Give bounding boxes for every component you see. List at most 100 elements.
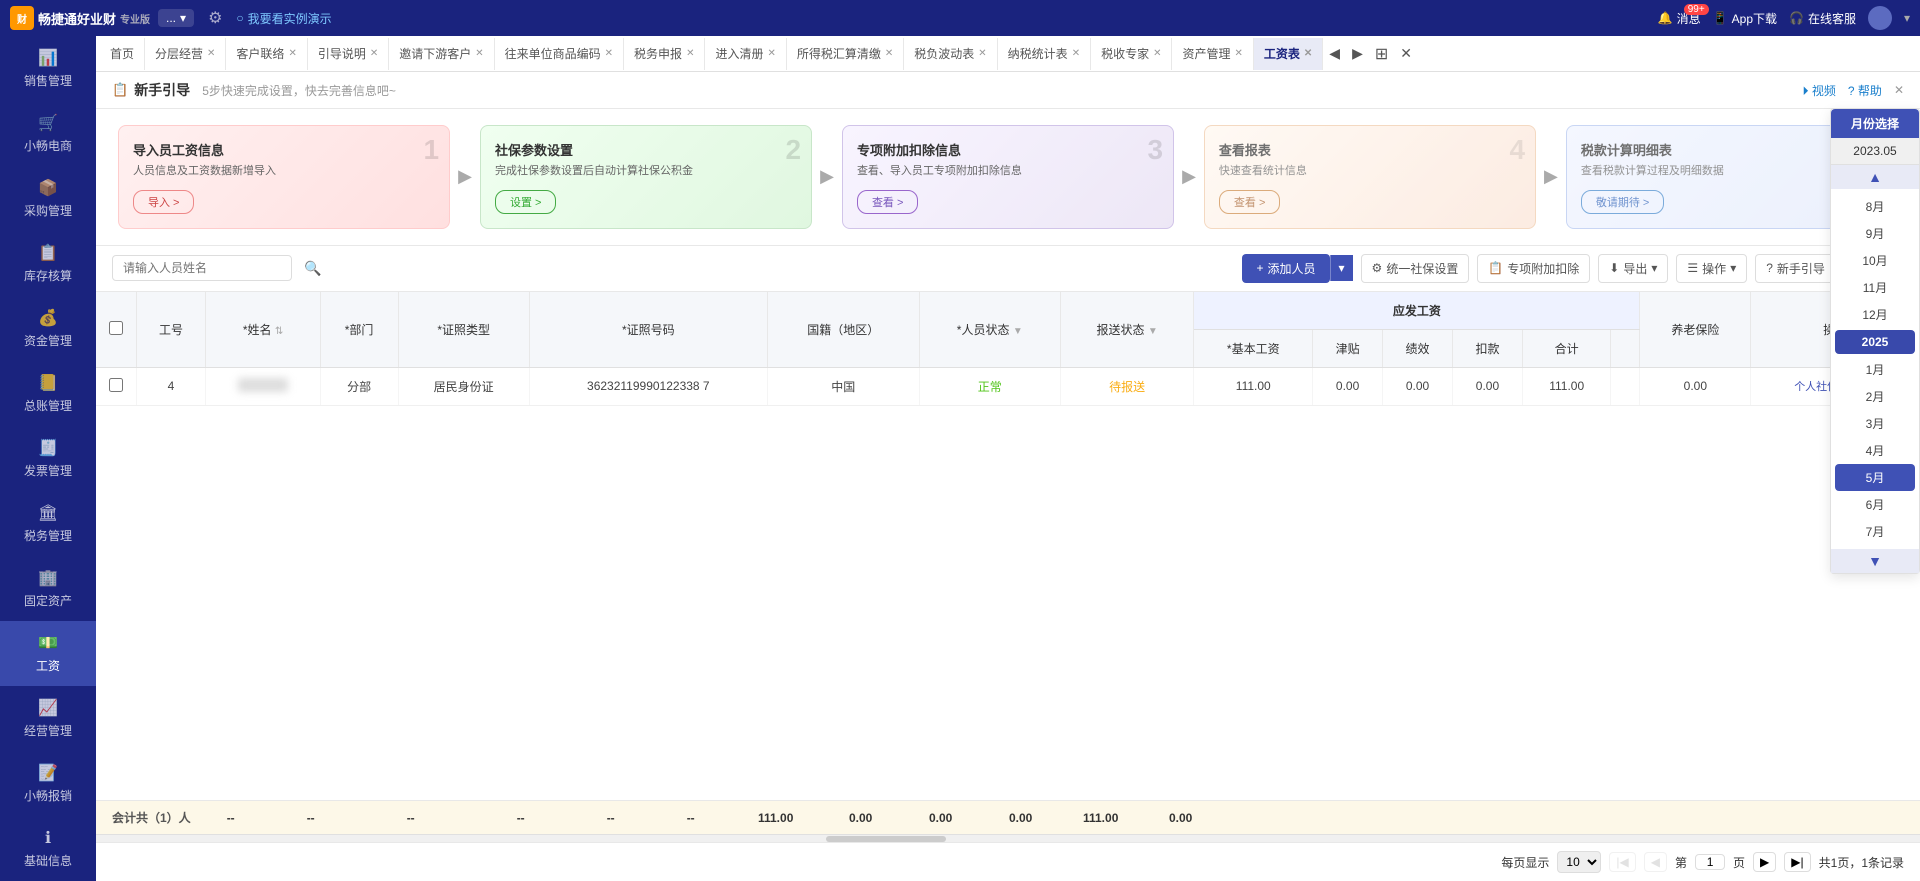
tab-income-tax-close[interactable]: ✕ bbox=[885, 48, 893, 59]
main-area: 📊 销售管理 🛒 小畅电商 📦 采购管理 📋 库存核算 💰 资金管理 📒 bbox=[0, 36, 1920, 881]
tab-asset-mgmt[interactable]: 资产管理 ✕ bbox=[1172, 38, 1253, 70]
tab-dept-close[interactable]: ✕ bbox=[207, 48, 215, 59]
special-deduction-btn[interactable]: 📋 专项附加扣除 bbox=[1477, 254, 1590, 283]
sidebar-item-basic-info[interactable]: ℹ 基础信息 bbox=[0, 816, 96, 881]
page-prev-btn[interactable]: ◀ bbox=[1644, 852, 1667, 872]
row-checkbox[interactable] bbox=[109, 378, 123, 392]
month-item-2[interactable]: 2月 bbox=[1831, 383, 1919, 410]
tab-tax-expert-close[interactable]: ✕ bbox=[1153, 48, 1161, 59]
report-filter-icon[interactable]: ▼ bbox=[1148, 326, 1158, 337]
month-item-12[interactable]: 12月 bbox=[1831, 301, 1919, 328]
month-item-10[interactable]: 10月 bbox=[1831, 247, 1919, 274]
tab-guide[interactable]: 引导说明 ✕ bbox=[308, 38, 389, 70]
step-2-btn[interactable]: 设置 > bbox=[495, 190, 556, 214]
month-item-5[interactable]: 5月 bbox=[1835, 464, 1915, 491]
tab-invite-close[interactable]: ✕ bbox=[475, 48, 483, 59]
search-input[interactable] bbox=[112, 255, 292, 281]
sidebar-label-payroll: 工资 bbox=[36, 657, 60, 674]
tab-more[interactable]: ⊞ bbox=[1369, 44, 1394, 64]
tab-customer[interactable]: 客户联络 ✕ bbox=[226, 38, 307, 70]
demo-link[interactable]: ○ 我要看实例演示 bbox=[236, 10, 331, 27]
month-item-11[interactable]: 11月 bbox=[1831, 274, 1919, 301]
status-filter-icon[interactable]: ▼ bbox=[1013, 326, 1023, 337]
tab-tax-wave[interactable]: 税负波动表 ✕ bbox=[904, 38, 997, 70]
month-item-1[interactable]: 1月 bbox=[1831, 356, 1919, 383]
sidebar-item-sales[interactable]: 📊 销售管理 bbox=[0, 36, 96, 101]
app-download-button[interactable]: 📱 App下载 bbox=[1713, 10, 1777, 27]
tab-asset-mgmt-close[interactable]: ✕ bbox=[1235, 48, 1243, 59]
tab-home[interactable]: 首页 bbox=[100, 38, 145, 70]
year-2025-badge: 2025 bbox=[1835, 330, 1915, 354]
sidebar-item-operations[interactable]: 📈 经营管理 bbox=[0, 686, 96, 751]
sidebar-item-ledger[interactable]: 📒 总账管理 bbox=[0, 361, 96, 426]
tab-tax-expert[interactable]: 税收专家 ✕ bbox=[1091, 38, 1172, 70]
page-next-btn[interactable]: ▶ bbox=[1753, 852, 1776, 872]
tab-nav-right[interactable]: ▶ bbox=[1346, 45, 1369, 62]
month-item-9[interactable]: 9月 bbox=[1831, 220, 1919, 247]
search-button[interactable]: 🔍 bbox=[304, 260, 321, 277]
new-guide-btn[interactable]: ? 新手引导 bbox=[1755, 254, 1836, 283]
month-item-8[interactable]: 8月 bbox=[1831, 193, 1919, 220]
tab-guide-close[interactable]: ✕ bbox=[370, 48, 378, 59]
sidebar-item-inventory[interactable]: 📋 库存核算 bbox=[0, 231, 96, 296]
month-item-7[interactable]: 7月 bbox=[1831, 518, 1919, 545]
tab-clearance[interactable]: 进入清册 ✕ bbox=[705, 38, 786, 70]
sidebar-item-fixed-assets[interactable]: 🏢 固定资产 bbox=[0, 556, 96, 621]
sidebar-item-finance[interactable]: 💰 资金管理 bbox=[0, 296, 96, 361]
tab-goods-code[interactable]: 往来单位商品编码 ✕ bbox=[495, 38, 624, 70]
select-all-checkbox[interactable] bbox=[109, 321, 123, 335]
th-emp-id: 工号 bbox=[136, 292, 206, 368]
message-button[interactable]: 🔔 消息 99+ bbox=[1658, 10, 1701, 27]
sidebar-item-quick-report[interactable]: 📝 小畅报销 bbox=[0, 751, 96, 816]
user-avatar[interactable] bbox=[1868, 6, 1892, 30]
add-person-btn[interactable]: + 添加人员 bbox=[1242, 254, 1329, 283]
page-size-select[interactable]: 10 20 50 bbox=[1557, 851, 1601, 873]
settings-icon-btn[interactable]: ⚙ bbox=[202, 6, 228, 30]
tab-income-tax[interactable]: 所得税汇算清缴 ✕ bbox=[787, 38, 904, 70]
step-4-btn[interactable]: 查看 > bbox=[1219, 190, 1280, 214]
step-5-btn[interactable]: 敬请期待 > bbox=[1581, 190, 1664, 214]
tab-goods-code-close[interactable]: ✕ bbox=[605, 48, 613, 59]
month-list: 8月 9月 10月 11月 12月 2025 1月 2月 3月 4月 5月 6月… bbox=[1831, 189, 1919, 549]
scroll-indicator[interactable] bbox=[96, 834, 1920, 842]
tab-tax-stat[interactable]: 纳税统计表 ✕ bbox=[998, 38, 1091, 70]
month-up-btn[interactable]: ▲ bbox=[1864, 169, 1886, 185]
month-item-4[interactable]: 4月 bbox=[1831, 437, 1919, 464]
sidebar-item-tax[interactable]: 🏛 税务管理 bbox=[0, 491, 96, 556]
operations-btn[interactable]: ☰ 操作 ▾ bbox=[1676, 254, 1747, 283]
sidebar-item-ecommerce[interactable]: 🛒 小畅电商 bbox=[0, 101, 96, 166]
tab-payroll[interactable]: 工资表 ✕ bbox=[1254, 38, 1323, 70]
page-number-input[interactable] bbox=[1695, 854, 1725, 870]
unified-settings-btn[interactable]: ⚙ 统一社保设置 bbox=[1361, 254, 1470, 283]
month-item-6[interactable]: 6月 bbox=[1831, 491, 1919, 518]
tab-nav-left[interactable]: ◀ bbox=[1323, 45, 1346, 62]
month-down-btn[interactable]: ▼ bbox=[1864, 553, 1886, 569]
page-last-btn[interactable]: ▶| bbox=[1784, 852, 1810, 872]
tab-tax-wave-close[interactable]: ✕ bbox=[978, 48, 986, 59]
month-item-3[interactable]: 3月 bbox=[1831, 410, 1919, 437]
page-first-btn[interactable]: |◀ bbox=[1609, 852, 1635, 872]
company-selector[interactable]: ... ▾ bbox=[158, 9, 194, 27]
online-service-button[interactable]: 🎧 在线客服 bbox=[1789, 10, 1856, 27]
tab-clearance-close[interactable]: ✕ bbox=[767, 48, 775, 59]
sidebar-item-invoice[interactable]: 🧾 发票管理 bbox=[0, 426, 96, 491]
step-3-btn[interactable]: 查看 > bbox=[857, 190, 918, 214]
guide-help-btn[interactable]: ? 帮助 bbox=[1848, 82, 1882, 99]
tab-invite-label: 邀请下游客户 bbox=[399, 45, 471, 62]
guide-video-btn[interactable]: ⏵ 视频 bbox=[1803, 82, 1836, 99]
add-person-dropdown[interactable]: ▾ bbox=[1330, 255, 1353, 281]
sidebar-item-purchase[interactable]: 📦 采购管理 bbox=[0, 166, 96, 231]
tab-tax-report[interactable]: 税务申报 ✕ bbox=[624, 38, 705, 70]
sidebar-item-payroll[interactable]: 💵 工资 bbox=[0, 621, 96, 686]
step-4-title: 查看报表 bbox=[1219, 140, 1521, 159]
tab-tax-stat-close[interactable]: ✕ bbox=[1072, 48, 1080, 59]
guide-close-btn[interactable]: ✕ bbox=[1894, 83, 1904, 97]
tab-tax-report-close[interactable]: ✕ bbox=[686, 48, 694, 59]
tab-invite[interactable]: 邀请下游客户 ✕ bbox=[389, 38, 494, 70]
tab-payroll-close[interactable]: ✕ bbox=[1304, 48, 1312, 59]
export-btn[interactable]: ⬇ 导出 ▾ bbox=[1598, 254, 1668, 283]
tab-dept[interactable]: 分层经营 ✕ bbox=[145, 38, 226, 70]
tab-customer-close[interactable]: ✕ bbox=[288, 48, 296, 59]
step-1-btn[interactable]: 导入 > bbox=[133, 190, 194, 214]
tab-close-all[interactable]: ✕ bbox=[1394, 45, 1418, 62]
